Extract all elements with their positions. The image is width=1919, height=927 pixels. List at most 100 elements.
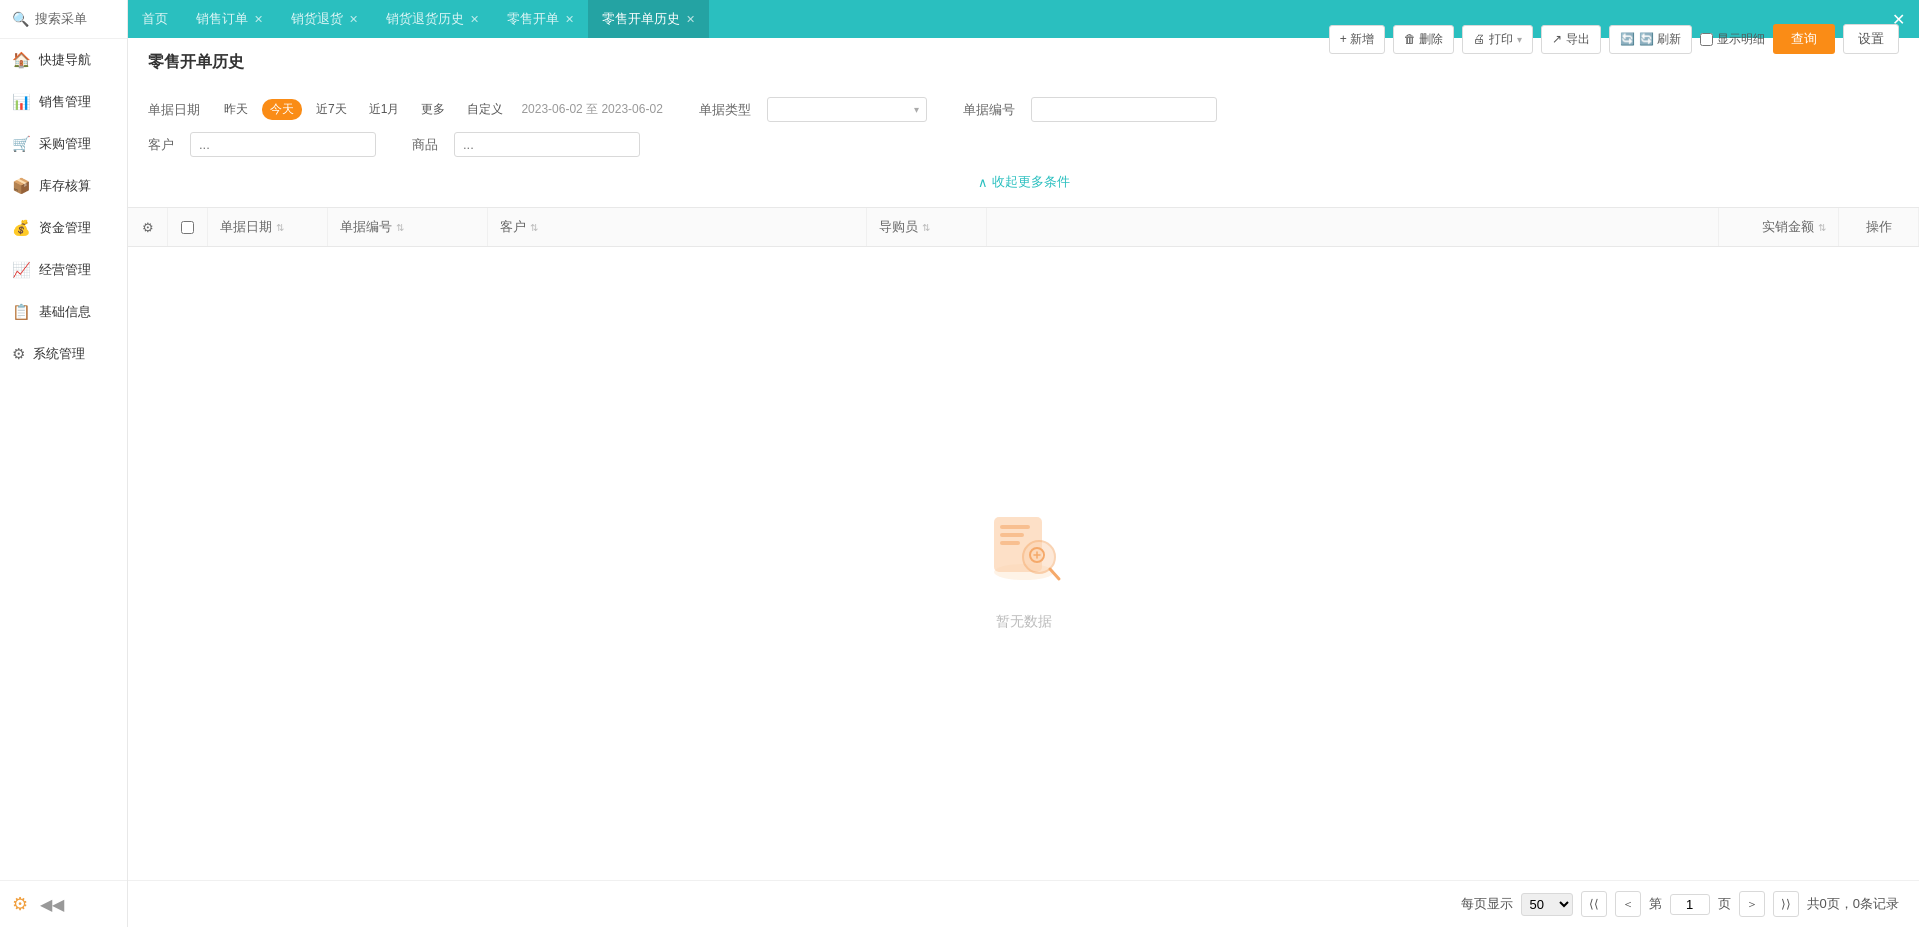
sidebar-item-label: 经营管理 [39,261,91,279]
date-label: 单据日期 [148,101,200,119]
settings-button[interactable]: 设置 [1843,24,1899,54]
sidebar-item-label: 系统管理 [33,345,85,363]
tab-sales-order[interactable]: 销售订单 ✕ [182,0,277,38]
add-button[interactable]: + 新增 [1329,25,1385,54]
date-filters: 昨天 今天 近7天 近1月 更多 自定义 2023-06-02 至 2023-0… [216,99,663,120]
last-page-button[interactable]: ⟩⟩ [1773,891,1799,917]
doc-type-select[interactable] [767,97,927,122]
sort-customer-icon: ⇅ [530,222,538,233]
tab-sales-return[interactable]: 销货退货 ✕ [277,0,372,38]
sidebar-item-label: 资金管理 [39,219,91,237]
table-area: ⚙ 单据日期 ⇅ 单据编号 ⇅ 客户 ⇅ 导购员 ⇅ 实销金额 [128,207,1919,880]
select-all-checkbox[interactable] [181,221,194,234]
sidebar-item-quick-nav[interactable]: 🏠 快捷导航 [0,39,127,81]
svg-rect-4 [1000,541,1020,545]
col-doc-num[interactable]: 单据编号 ⇅ [328,208,488,246]
col-salesperson[interactable]: 导购员 ⇅ [867,208,987,246]
sidebar-item-label: 采购管理 [39,135,91,153]
tab-retail-open-history[interactable]: 零售开单历史 ✕ [588,0,709,38]
refresh-icon: 🔄 [1620,32,1635,46]
tab-sales-return-history-label: 销货退货历史 [386,10,464,28]
export-icon: ↗ [1552,32,1562,46]
settings-icon[interactable]: ⚙ [12,893,28,915]
refresh-button[interactable]: 🔄 🔄 刷新 [1609,25,1692,54]
total-label: 共0页，0条记录 [1807,895,1899,913]
date-yesterday[interactable]: 昨天 [216,99,256,120]
sidebar-item-sys-mgmt[interactable]: ⚙ 系统管理 [0,333,127,375]
tab-retail-open[interactable]: 零售开单 ✕ [493,0,588,38]
print-chevron-icon: ▾ [1517,34,1522,45]
tab-sales-return-history[interactable]: 销货退货历史 ✕ [372,0,493,38]
doc-num-input[interactable] [1031,97,1217,122]
tab-sales-return-history-close[interactable]: ✕ [470,13,479,26]
sidebar-item-label: 快捷导航 [39,51,91,69]
empty-state: 暂无数据 [128,247,1919,880]
customer-input[interactable] [190,132,376,157]
purchase-icon: 🛒 [12,135,31,153]
tab-sales-order-close[interactable]: ✕ [254,13,263,26]
search-menu[interactable]: 🔍 搜索采单 [0,0,127,39]
sidebar-item-inventory[interactable]: 📦 库存核算 [0,165,127,207]
export-button[interactable]: ↗ 导出 [1541,25,1601,54]
date-custom[interactable]: 自定义 [459,99,511,120]
product-label: 商品 [412,136,438,154]
table-settings-icon[interactable]: ⚙ [128,208,168,246]
display-detail-checkbox-wrapper[interactable]: 显示明细 [1700,31,1765,48]
sys-icon: ⚙ [12,345,25,363]
display-detail-checkbox[interactable] [1700,33,1713,46]
product-input[interactable] [454,132,640,157]
next-page-button[interactable]: ＞ [1739,891,1765,917]
sort-docnum-icon: ⇅ [396,222,404,233]
collapse-icon: ∧ [978,175,988,190]
tab-retail-open-history-close[interactable]: ✕ [686,13,695,26]
inventory-icon: 📦 [12,177,31,195]
sidebar-item-sales-mgmt[interactable]: 📊 销售管理 [0,81,127,123]
home-icon: 🏠 [12,51,31,69]
page-label: 第 [1649,895,1662,913]
tab-retail-open-history-label: 零售开单历史 [602,10,680,28]
page-suffix: 页 [1718,895,1731,913]
empty-text: 暂无数据 [996,613,1052,631]
sidebar-item-purchase-mgmt[interactable]: 🛒 采购管理 [0,123,127,165]
print-button[interactable]: 🖨 打印 ▾ [1462,25,1532,54]
filter-section: 单据日期 昨天 今天 近7天 近1月 更多 自定义 2023-06-02 至 2… [128,87,1919,207]
delete-button[interactable]: 🗑 删除 [1393,25,1454,54]
col-doc-num-label: 单据编号 [340,218,392,236]
tab-retail-open-close[interactable]: ✕ [565,13,574,26]
date-today[interactable]: 今天 [262,99,302,120]
empty-icon [974,497,1074,597]
first-page-button[interactable]: ⟨⟨ [1581,891,1607,917]
toolbar: + 新增 🗑 删除 🖨 打印 ▾ ↗ 导出 🔄 🔄 刷新 [1329,24,1899,54]
tab-home[interactable]: 首页 [128,0,182,38]
print-label: 🖨 打印 [1473,31,1512,48]
main-content: 首页 销售订单 ✕ 销货退货 ✕ 销货退货历史 ✕ 零售开单 ✕ 零售开单历史 … [128,0,1919,927]
operations-icon: 📈 [12,261,31,279]
sidebar-item-finance[interactable]: 💰 资金管理 [0,207,127,249]
prev-page-button[interactable]: ＜ [1615,891,1641,917]
page-title: 零售开单历史 [148,52,244,73]
collapse-sidebar-icon[interactable]: ◀◀ [40,895,64,914]
date-1month[interactable]: 近1月 [361,99,408,120]
page-input[interactable] [1670,894,1710,915]
collapse-filters-button[interactable]: ∧ 收起更多条件 [148,167,1899,197]
add-label: + 新增 [1340,31,1374,48]
table-select-all[interactable] [168,208,208,246]
per-page-select[interactable]: 50 100 200 [1521,893,1573,916]
tab-sales-return-close[interactable]: ✕ [349,13,358,26]
date-more[interactable]: 更多 [413,99,453,120]
pagination: 每页显示 50 100 200 ⟨⟨ ＜ 第 页 ＞ ⟩⟩ 共0页，0条记录 [128,880,1919,927]
col-customer[interactable]: 客户 ⇅ [488,208,867,246]
sidebar-item-basic-info[interactable]: 📋 基础信息 [0,291,127,333]
sidebar-item-label: 库存核算 [39,177,91,195]
sidebar-item-operations[interactable]: 📈 经营管理 [0,249,127,291]
svg-rect-2 [1000,525,1030,529]
query-button[interactable]: 查询 [1773,24,1835,54]
col-amount[interactable]: 实销金额 ⇅ [1719,208,1839,246]
tab-sales-return-label: 销货退货 [291,10,343,28]
col-date[interactable]: 单据日期 ⇅ [208,208,328,246]
tab-home-label: 首页 [142,10,168,28]
col-customer-label: 客户 [500,218,526,236]
col-action: 操作 [1839,208,1919,246]
date-7days[interactable]: 近7天 [308,99,355,120]
tab-sales-order-label: 销售订单 [196,10,248,28]
